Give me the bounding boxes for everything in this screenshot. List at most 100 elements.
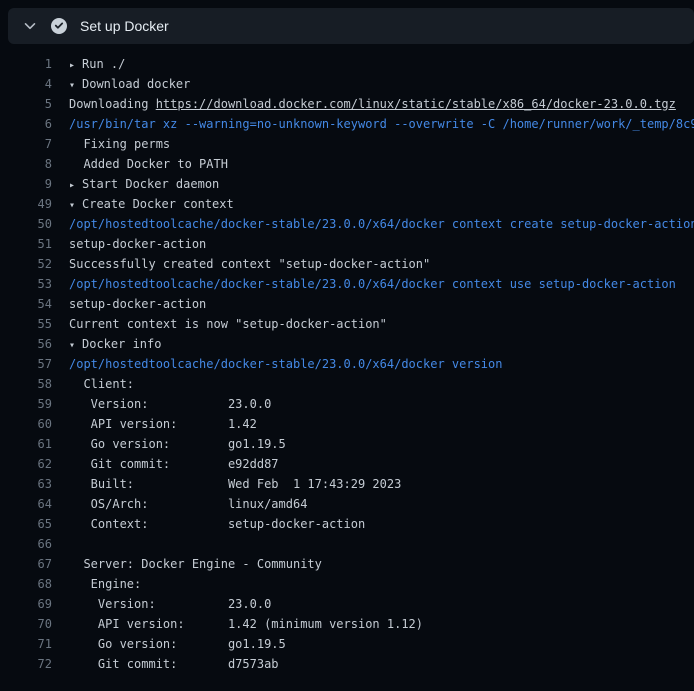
line-text: /usr/bin/tar xz --warning=no-unknown-key… <box>69 114 694 134</box>
line-text: Context: setup-docker-action <box>69 514 694 534</box>
log-line: 51 setup-docker-action <box>0 234 694 254</box>
log-line: 54 setup-docker-action <box>0 294 694 314</box>
line-text: Engine: <box>69 574 694 594</box>
line-text <box>69 534 694 554</box>
line-number[interactable]: 1 <box>0 54 52 74</box>
line-text: setup-docker-action <box>69 234 694 254</box>
line-text: Downloading https://download.docker.com/… <box>69 94 694 114</box>
line-number[interactable]: 66 <box>0 534 52 554</box>
line-number[interactable]: 65 <box>0 514 52 534</box>
log-line: 72 Git commit: d7573ab <box>0 654 694 674</box>
line-number[interactable]: 4 <box>0 74 52 94</box>
line-text: ▸Start Docker daemon <box>69 174 694 194</box>
line-number[interactable]: 50 <box>0 214 52 234</box>
group-collapsed-arrow-icon[interactable]: ▸ <box>69 56 82 74</box>
line-text: /opt/hostedtoolcache/docker-stable/23.0.… <box>69 274 694 294</box>
line-text: Current context is now "setup-docker-act… <box>69 314 694 334</box>
line-text: API version: 1.42 <box>69 414 694 434</box>
download-url-link[interactable]: https://download.docker.com/linux/static… <box>156 97 676 111</box>
log-line: 56 ▾Docker info <box>0 334 694 354</box>
group-title[interactable]: Run ./ <box>82 57 125 71</box>
log-line: 66 <box>0 534 694 554</box>
log-lines: 1 ▸Run ./ 4 ▾Download docker 5 Downloadi… <box>0 44 694 674</box>
line-number[interactable]: 55 <box>0 314 52 334</box>
line-number[interactable]: 62 <box>0 454 52 474</box>
line-number[interactable]: 53 <box>0 274 52 294</box>
log-line: 60 API version: 1.42 <box>0 414 694 434</box>
group-expanded-arrow-icon[interactable]: ▾ <box>69 196 82 214</box>
line-number[interactable]: 56 <box>0 334 52 354</box>
line-text: ▾Create Docker context <box>69 194 694 214</box>
log-line: 53 /opt/hostedtoolcache/docker-stable/23… <box>0 274 694 294</box>
group-title[interactable]: Download docker <box>82 77 190 91</box>
line-number[interactable]: 71 <box>0 634 52 654</box>
line-number[interactable]: 8 <box>0 154 52 174</box>
line-text: /opt/hostedtoolcache/docker-stable/23.0.… <box>69 354 694 374</box>
line-number[interactable]: 60 <box>0 414 52 434</box>
line-number[interactable]: 64 <box>0 494 52 514</box>
line-text: ▸Run ./ <box>69 54 694 74</box>
log-line: 57 /opt/hostedtoolcache/docker-stable/23… <box>0 354 694 374</box>
line-text: Fixing perms <box>69 134 694 154</box>
line-number[interactable]: 51 <box>0 234 52 254</box>
line-number[interactable]: 70 <box>0 614 52 634</box>
log-line: 65 Context: setup-docker-action <box>0 514 694 534</box>
line-number[interactable]: 7 <box>0 134 52 154</box>
line-number[interactable]: 49 <box>0 194 52 214</box>
group-collapsed-arrow-icon[interactable]: ▸ <box>69 176 82 194</box>
log-line: 62 Git commit: e92dd87 <box>0 454 694 474</box>
line-text: OS/Arch: linux/amd64 <box>69 494 694 514</box>
line-number[interactable]: 63 <box>0 474 52 494</box>
line-number[interactable]: 58 <box>0 374 52 394</box>
line-number[interactable]: 54 <box>0 294 52 314</box>
line-text: Git commit: e92dd87 <box>69 454 694 474</box>
log-line: 71 Go version: go1.19.5 <box>0 634 694 654</box>
group-title[interactable]: Docker info <box>82 337 161 351</box>
line-text: Client: <box>69 374 694 394</box>
line-number[interactable]: 61 <box>0 434 52 454</box>
line-text: Git commit: d7573ab <box>69 654 694 674</box>
line-text: ▾Download docker <box>69 74 694 94</box>
log-line: 64 OS/Arch: linux/amd64 <box>0 494 694 514</box>
log-line: 69 Version: 23.0.0 <box>0 594 694 614</box>
line-number[interactable]: 72 <box>0 654 52 674</box>
log-line: 63 Built: Wed Feb 1 17:43:29 2023 <box>0 474 694 494</box>
log-line: 55 Current context is now "setup-docker-… <box>0 314 694 334</box>
step-header[interactable]: Set up Docker <box>8 8 694 44</box>
line-text: Go version: go1.19.5 <box>69 434 694 454</box>
log-line: 52 Successfully created context "setup-d… <box>0 254 694 274</box>
log-line: 50 /opt/hostedtoolcache/docker-stable/23… <box>0 214 694 234</box>
line-number[interactable]: 67 <box>0 554 52 574</box>
line-number[interactable]: 57 <box>0 354 52 374</box>
line-number[interactable]: 52 <box>0 254 52 274</box>
log-line: 8 Added Docker to PATH <box>0 154 694 174</box>
log-line: 7 Fixing perms <box>0 134 694 154</box>
log-line: 6 /usr/bin/tar xz --warning=no-unknown-k… <box>0 114 694 134</box>
log-line: 59 Version: 23.0.0 <box>0 394 694 414</box>
line-text: ▾Docker info <box>69 334 694 354</box>
group-title[interactable]: Start Docker daemon <box>82 177 219 191</box>
line-number[interactable]: 5 <box>0 94 52 114</box>
group-expanded-arrow-icon[interactable]: ▾ <box>69 76 82 94</box>
log-line: 9 ▸Start Docker daemon <box>0 174 694 194</box>
line-number[interactable]: 9 <box>0 174 52 194</box>
line-text: Go version: go1.19.5 <box>69 634 694 654</box>
log-line: 67 Server: Docker Engine - Community <box>0 554 694 574</box>
check-circle-icon <box>51 18 67 34</box>
line-text: Version: 23.0.0 <box>69 394 694 414</box>
line-text: Version: 23.0.0 <box>69 594 694 614</box>
line-text: setup-docker-action <box>69 294 694 314</box>
log-line: 61 Go version: go1.19.5 <box>0 434 694 454</box>
line-number[interactable]: 69 <box>0 594 52 614</box>
log-line: 49 ▾Create Docker context <box>0 194 694 214</box>
line-text: /opt/hostedtoolcache/docker-stable/23.0.… <box>69 214 694 234</box>
group-title[interactable]: Create Docker context <box>82 197 234 211</box>
group-expanded-arrow-icon[interactable]: ▾ <box>69 336 82 354</box>
line-text: Successfully created context "setup-dock… <box>69 254 694 274</box>
line-number[interactable]: 68 <box>0 574 52 594</box>
chevron-down-icon[interactable] <box>18 14 42 38</box>
log-line: 4 ▾Download docker <box>0 74 694 94</box>
line-number[interactable]: 59 <box>0 394 52 414</box>
line-number[interactable]: 6 <box>0 114 52 134</box>
log-line: 58 Client: <box>0 374 694 394</box>
